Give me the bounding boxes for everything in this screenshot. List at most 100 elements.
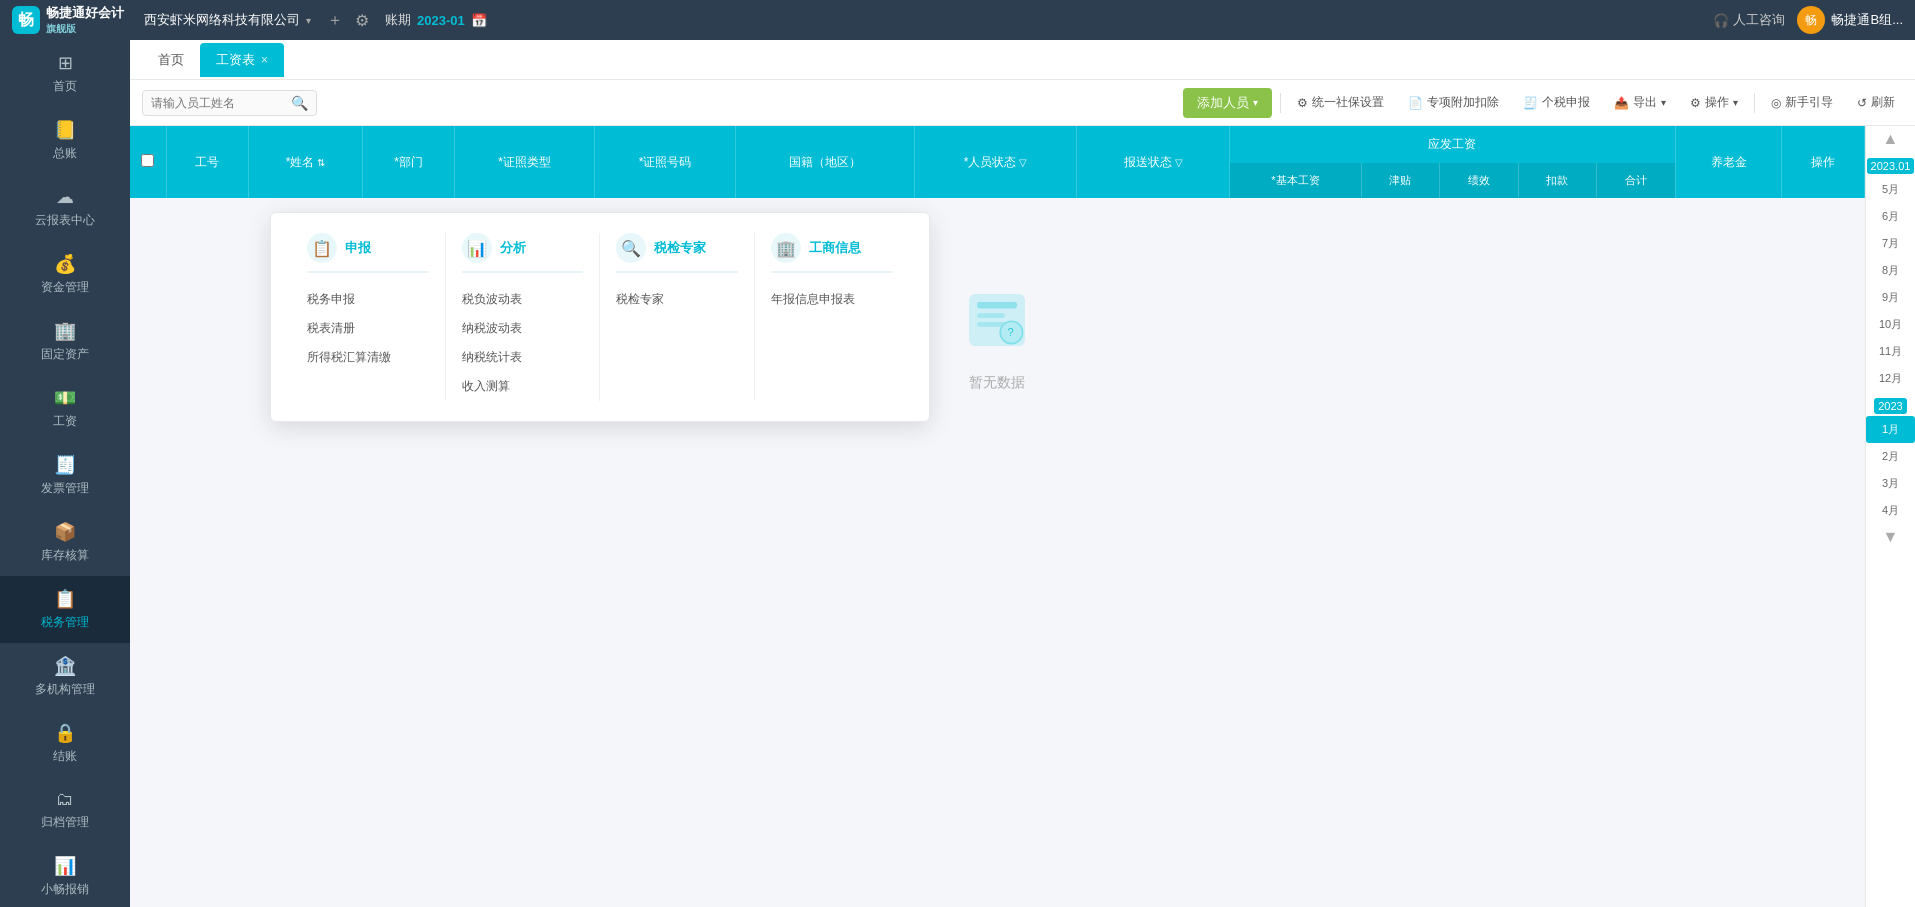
sidebar-item-multi-org[interactable]: 🏦 多机构管理: [0, 643, 130, 710]
dropdown-item-tax-payment-fluctuation[interactable]: 纳税波动表: [462, 314, 584, 343]
dropdown-item-tax-clearance[interactable]: 税表清册: [307, 314, 429, 343]
company-selector[interactable]: 西安虾米网络科技有限公司 ▾: [144, 11, 311, 29]
special-deduction-label: 专项附加扣除: [1427, 94, 1499, 111]
th-nationality: 国籍（地区）: [735, 126, 914, 198]
timeline-month-12[interactable]: 12月: [1866, 365, 1915, 392]
business-info-section-title: 工商信息: [809, 239, 861, 257]
search-wrap[interactable]: 🔍: [142, 90, 317, 116]
timeline-month-7[interactable]: 7月: [1866, 230, 1915, 257]
th-pension: 养老金: [1675, 126, 1782, 198]
tab-close-icon[interactable]: ×: [261, 53, 268, 67]
calendar-icon[interactable]: 📅: [471, 13, 487, 28]
timeline-month-4[interactable]: 4月: [1866, 497, 1915, 524]
guide-btn-label: 新手引导: [1785, 94, 1833, 111]
sidebar-label-cloud-report: 云报表中心: [35, 212, 95, 229]
social-security-icon: ⚙: [1297, 96, 1308, 110]
section-header-analysis: 📊 分析: [462, 233, 584, 273]
operation-btn[interactable]: ⚙ 操作 ▾: [1682, 90, 1746, 115]
tax-expert-section-title: 税检专家: [654, 239, 706, 257]
th-action: 操作: [1782, 126, 1865, 198]
tax-return-icon: 🧾: [1523, 96, 1538, 110]
th-status: *人员状态 ▽: [914, 126, 1076, 198]
sidebar-label-fixed-assets: 固定资产: [41, 346, 89, 363]
filter-report-icon[interactable]: ▽: [1175, 157, 1183, 168]
tax-icon: 📋: [54, 588, 76, 610]
dropdown-item-tax-declaration[interactable]: 税务申报: [307, 285, 429, 314]
section-header-declaration: 📋 申报: [307, 233, 429, 273]
top-bar: 畅 畅捷通好会计 旗舰版 西安虾米网络科技有限公司 ▾ ＋ ⚙ 账期 2023-…: [0, 0, 1915, 40]
tab-bar: 首页 工资表 ×: [130, 40, 1915, 80]
dropdown-item-tax-stats[interactable]: 纳税统计表: [462, 343, 584, 372]
filter-status-icon[interactable]: ▽: [1019, 157, 1027, 168]
sidebar-item-home[interactable]: ⊞ 首页: [0, 40, 130, 107]
dropdown-item-tax-fluctuation[interactable]: 税负波动表: [462, 285, 584, 314]
timeline-month-8[interactable]: 8月: [1866, 257, 1915, 284]
social-security-btn[interactable]: ⚙ 统一社保设置: [1289, 90, 1392, 115]
dropdown-item-income-tax-calc[interactable]: 所得税汇算清缴: [307, 343, 429, 372]
home-icon: ⊞: [58, 52, 73, 74]
search-icon: 🔍: [291, 95, 308, 111]
sidebar-label-fund: 资金管理: [41, 279, 89, 296]
toolbar: 🔍 添加人员 ▾ ⚙ 统一社保设置 📄 专项附加扣除 🧾 个税申报 📤: [130, 80, 1915, 126]
sidebar-item-archive[interactable]: 🗂 归档管理: [0, 777, 130, 843]
sidebar-item-fixed-assets[interactable]: 🏢 固定资产: [0, 308, 130, 375]
empty-icon: ?: [957, 278, 1037, 358]
settings-icon[interactable]: ⚙: [355, 11, 369, 30]
svg-rect-2: [977, 313, 1005, 318]
tab-home[interactable]: 首页: [142, 43, 200, 77]
company-name: 西安虾米网络科技有限公司: [144, 11, 300, 29]
special-deduction-btn[interactable]: 📄 专项附加扣除: [1400, 90, 1507, 115]
th-deduction: 扣款: [1518, 163, 1597, 198]
sidebar-item-inventory[interactable]: 📦 库存核算: [0, 509, 130, 576]
sidebar-item-closing[interactable]: 🔒 结账: [0, 710, 130, 777]
sidebar-item-report[interactable]: 📊 小畅报销: [0, 843, 130, 907]
section-header-tax-expert: 🔍 税检专家: [616, 233, 738, 273]
guide-btn[interactable]: ◎ 新手引导: [1763, 90, 1841, 115]
special-deduction-icon: 📄: [1408, 96, 1423, 110]
select-all-checkbox[interactable]: [141, 154, 154, 167]
dropdown-item-income-forecast[interactable]: 收入测算: [462, 372, 584, 401]
period-info: 账期 2023-01 📅: [385, 11, 487, 29]
th-report-status-label: 报送状态: [1124, 154, 1172, 171]
support-btn[interactable]: 🎧 人工咨询: [1713, 11, 1785, 29]
dropdown-section-business-info: 🏢 工商信息 年报信息申报表: [755, 233, 910, 401]
sidebar-item-cloud-report[interactable]: ☁ 云报表中心: [0, 174, 130, 241]
timeline-month-10[interactable]: 10月: [1866, 311, 1915, 338]
right-panel: ▲ 2023.01 5月 6月 7月 8月 9月 10月 11月 12月 202…: [1865, 126, 1915, 907]
sort-name-icon[interactable]: ⇅: [317, 157, 325, 168]
sidebar-item-salary[interactable]: 💵 工资: [0, 375, 130, 442]
dropdown-section-tax-expert: 🔍 税检专家 税检专家: [600, 233, 755, 401]
timeline-year-2023: 2023: [1874, 398, 1906, 414]
refresh-btn[interactable]: ↺ 刷新: [1849, 90, 1903, 115]
search-input[interactable]: [151, 96, 291, 110]
th-department: *部门: [363, 126, 455, 198]
timeline-month-2[interactable]: 2月: [1866, 443, 1915, 470]
timeline-month-11[interactable]: 11月: [1866, 338, 1915, 365]
sidebar-label-report: 小畅报销: [41, 881, 89, 898]
sidebar-item-invoice[interactable]: 🧾 发票管理: [0, 442, 130, 509]
th-id-type: *证照类型: [455, 126, 595, 198]
timeline-month-9[interactable]: 9月: [1866, 284, 1915, 311]
add-person-button[interactable]: 添加人员 ▾: [1183, 88, 1272, 118]
period-label: 账期: [385, 11, 411, 29]
tab-salary-table[interactable]: 工资表 ×: [200, 43, 284, 77]
timeline-month-5[interactable]: 5月: [1866, 176, 1915, 203]
sidebar: ⊞ 首页 📒 总账 ☁ 云报表中心 💰 资金管理 🏢 固定资产 💵 工资 🧾 发…: [0, 40, 130, 907]
timeline-month-3[interactable]: 3月: [1866, 470, 1915, 497]
timeline-month-6[interactable]: 6月: [1866, 203, 1915, 230]
timeline-down-icon[interactable]: ▼: [1879, 524, 1903, 550]
dropdown-item-annual-report[interactable]: 年报信息申报表: [771, 285, 894, 314]
sidebar-item-fund[interactable]: 💰 资金管理: [0, 241, 130, 308]
export-btn[interactable]: 📤 导出 ▾: [1606, 90, 1674, 115]
th-status-label: *人员状态: [964, 154, 1017, 171]
user-info[interactable]: 畅 畅捷通B组...: [1797, 6, 1903, 34]
timeline-up-icon[interactable]: ▲: [1879, 126, 1903, 152]
tax-return-btn[interactable]: 🧾 个税申报: [1515, 90, 1598, 115]
sidebar-label-archive: 归档管理: [41, 814, 89, 831]
sidebar-item-ledger[interactable]: 📒 总账: [0, 107, 130, 174]
dropdown-item-expert[interactable]: 税检专家: [616, 285, 738, 314]
timeline-month-1[interactable]: 1月: [1866, 416, 1915, 443]
add-icon[interactable]: ＋: [327, 10, 343, 31]
sidebar-item-tax[interactable]: 📋 税务管理: [0, 576, 130, 643]
tax-expert-section-icon: 🔍: [616, 233, 646, 263]
